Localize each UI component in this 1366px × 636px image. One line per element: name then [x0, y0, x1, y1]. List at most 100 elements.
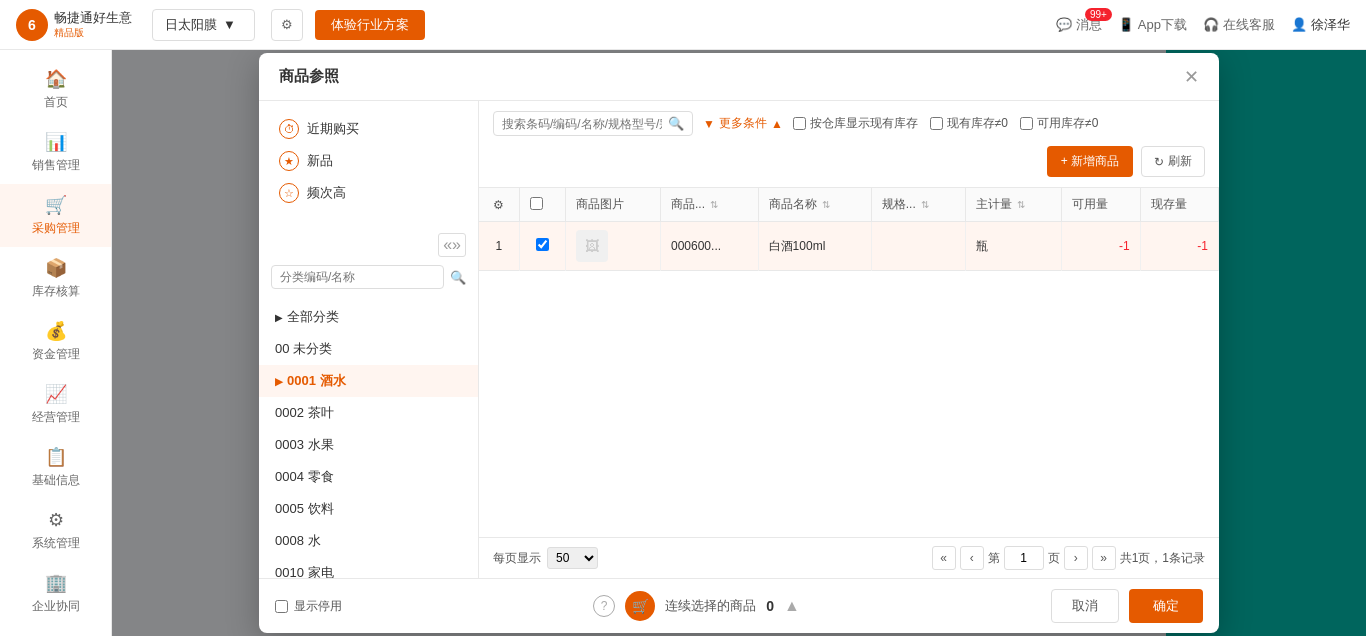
product-table-container: ⚙ 商品图片 商品... ⇅ 商品名称 ⇅ 规格... ⇅ 主计量 ⇅ — [479, 188, 1219, 537]
collapse-button: «» — [259, 229, 478, 261]
product-thumbnail: 🖼 — [576, 230, 608, 262]
search-icon: 🔍 — [668, 116, 684, 131]
col-check — [519, 188, 566, 222]
chevron-down-icon: ▼ — [223, 17, 236, 32]
sidebar-item-inventory[interactable]: 📦 库存核算 — [0, 247, 111, 310]
gear-icon: ⚙ — [281, 17, 293, 32]
finance-icon: 💰 — [45, 320, 67, 342]
modal-toolbar: 🔍 ▼ 更多条件 ▲ 按仓库显示现有库存 — [479, 101, 1219, 188]
checkbox-available-input[interactable] — [930, 117, 943, 130]
collapse-footer-button[interactable]: ▲ — [784, 597, 800, 615]
page-input[interactable] — [1004, 546, 1044, 570]
home-icon: 🏠 — [45, 68, 67, 90]
message-icon: 💬 — [1056, 17, 1072, 32]
user-menu[interactable]: 👤 徐泽华 — [1291, 16, 1350, 34]
category-item-all[interactable]: ▶ 全部分类 — [259, 301, 478, 333]
headset-icon: 🎧 — [1203, 17, 1219, 32]
phone-icon: 📱 — [1118, 17, 1134, 32]
row-spec — [871, 222, 965, 271]
col-code[interactable]: 商品... ⇅ — [661, 188, 759, 222]
app-download-button[interactable]: 📱 App下载 — [1118, 16, 1187, 34]
product-search-input[interactable] — [502, 117, 662, 131]
sidebar: 🏠 首页 📊 销售管理 🛒 采购管理 📦 库存核算 💰 资金管理 📈 经营管理 … — [0, 50, 112, 636]
category-item-0001[interactable]: ▶ 0001 酒水 — [259, 365, 478, 397]
modal-overlay: 商品参照 ✕ ⏱ 近期购买 ★ — [112, 50, 1366, 636]
trial-button[interactable]: 体验行业方案 — [315, 10, 425, 40]
show-disabled-checkbox[interactable]: 显示停用 — [275, 598, 342, 615]
checkbox-usable-input[interactable] — [1020, 117, 1033, 130]
collapse-icon[interactable]: «» — [438, 233, 466, 257]
sidebar-item-finance[interactable]: 💰 资金管理 — [0, 310, 111, 373]
message-badge: 99+ — [1085, 8, 1112, 21]
col-spec[interactable]: 规格... ⇅ — [871, 188, 965, 222]
service-button[interactable]: 🎧 在线客服 — [1203, 16, 1275, 34]
modal-footer: 显示停用 ? 🛒 连续选择的商品 0 ▲ 取消 确定 — [259, 578, 1219, 633]
page-size-dropdown[interactable]: 50 100 — [547, 547, 598, 569]
category-item-0005[interactable]: 0005 饮料 — [259, 493, 478, 525]
confirm-button[interactable]: 确定 — [1129, 589, 1203, 623]
system-icon: ⚙ — [48, 509, 64, 531]
help-button[interactable]: ? — [593, 595, 615, 617]
category-item-0008[interactable]: 0008 水 — [259, 525, 478, 557]
settings-button[interactable]: ⚙ — [271, 9, 303, 41]
modal-title: 商品参照 — [279, 67, 339, 86]
inventory-icon: 📦 — [45, 257, 67, 279]
basic-icon: 📋 — [45, 446, 67, 468]
category-item-0002[interactable]: 0002 茶叶 — [259, 397, 478, 429]
modal-close-button[interactable]: ✕ — [1184, 68, 1199, 86]
first-page-button[interactable]: « — [932, 546, 956, 570]
prev-page-button[interactable]: ‹ — [960, 546, 984, 570]
category-search-input[interactable] — [271, 265, 444, 289]
sidebar-item-purchase[interactable]: 🛒 采购管理 — [0, 184, 111, 247]
sidebar-item-guide[interactable]: 🆕 新手引导 — [0, 625, 111, 636]
cancel-button[interactable]: 取消 — [1051, 589, 1119, 623]
nav-right: 💬 消息 99+ 📱 App下载 🎧 在线客服 👤 徐泽华 — [1056, 16, 1350, 34]
checkbox-warehouse-input[interactable] — [793, 117, 806, 130]
select-all-checkbox[interactable] — [530, 197, 543, 210]
sidebar-item-system[interactable]: ⚙ 系统管理 — [0, 499, 111, 562]
modal-right-panel: 🔍 ▼ 更多条件 ▲ 按仓库显示现有库存 — [479, 101, 1219, 578]
filter-icon: ▼ — [703, 117, 715, 131]
sidebar-item-operation[interactable]: 📈 经营管理 — [0, 373, 111, 436]
footer-actions: 取消 确定 — [1051, 589, 1203, 623]
sidebar-item-sales[interactable]: 📊 销售管理 — [0, 121, 111, 184]
content-area: 商品参照 ✕ ⏱ 近期购买 ★ — [112, 50, 1366, 636]
row-num: 1 — [479, 222, 519, 271]
category-item-0010[interactable]: 0010 家电 — [259, 557, 478, 578]
refresh-button[interactable]: ↻ 刷新 — [1141, 146, 1205, 177]
quick-item-frequent[interactable]: ☆ 频次高 — [271, 177, 466, 209]
last-page-button[interactable]: » — [1092, 546, 1116, 570]
add-product-button[interactable]: + 新增商品 — [1047, 146, 1133, 177]
arrow-icon: ▶ — [275, 312, 283, 323]
row-checkbox[interactable] — [519, 222, 566, 271]
row-unit: 瓶 — [965, 222, 1062, 271]
checkbox-available[interactable]: 现有库存≠0 — [930, 115, 1008, 132]
show-disabled-input[interactable] — [275, 600, 288, 613]
next-page-button[interactable]: › — [1064, 546, 1088, 570]
category-item-0003[interactable]: 0003 水果 — [259, 429, 478, 461]
quick-access: ⏱ 近期购买 ★ 新品 ☆ 频次高 — [259, 113, 478, 221]
sidebar-item-enterprise[interactable]: 🏢 企业协同 — [0, 562, 111, 625]
col-settings[interactable]: ⚙ — [479, 188, 519, 222]
checkbox-usable[interactable]: 可用库存≠0 — [1020, 115, 1098, 132]
quick-item-new[interactable]: ★ 新品 — [271, 145, 466, 177]
category-item-00[interactable]: 00 未分类 — [259, 333, 478, 365]
new-icon: ★ — [279, 151, 299, 171]
sidebar-item-basic[interactable]: 📋 基础信息 — [0, 436, 111, 499]
logo-icon: 6 — [16, 9, 48, 41]
category-search-icon[interactable]: 🔍 — [450, 270, 466, 285]
sidebar-item-home[interactable]: 🏠 首页 — [0, 58, 111, 121]
filter-button[interactable]: ▼ 更多条件 ▲ — [703, 115, 783, 132]
row-select-checkbox[interactable] — [536, 238, 549, 251]
table-row[interactable]: 1 🖼 — [479, 222, 1219, 271]
checkbox-warehouse[interactable]: 按仓库显示现有库存 — [793, 115, 918, 132]
message-button[interactable]: 💬 消息 99+ — [1056, 16, 1102, 34]
col-stock: 现存量 — [1140, 188, 1218, 222]
category-item-0004[interactable]: 0004 零食 — [259, 461, 478, 493]
col-unit[interactable]: 主计量 ⇅ — [965, 188, 1062, 222]
row-available: -1 — [1062, 222, 1140, 271]
quick-item-recent[interactable]: ⏱ 近期购买 — [271, 113, 466, 145]
cart-button[interactable]: 🛒 — [625, 591, 655, 621]
col-name[interactable]: 商品名称 ⇅ — [758, 188, 871, 222]
branch-selector[interactable]: 日太阳膜 ▼ — [152, 9, 255, 41]
